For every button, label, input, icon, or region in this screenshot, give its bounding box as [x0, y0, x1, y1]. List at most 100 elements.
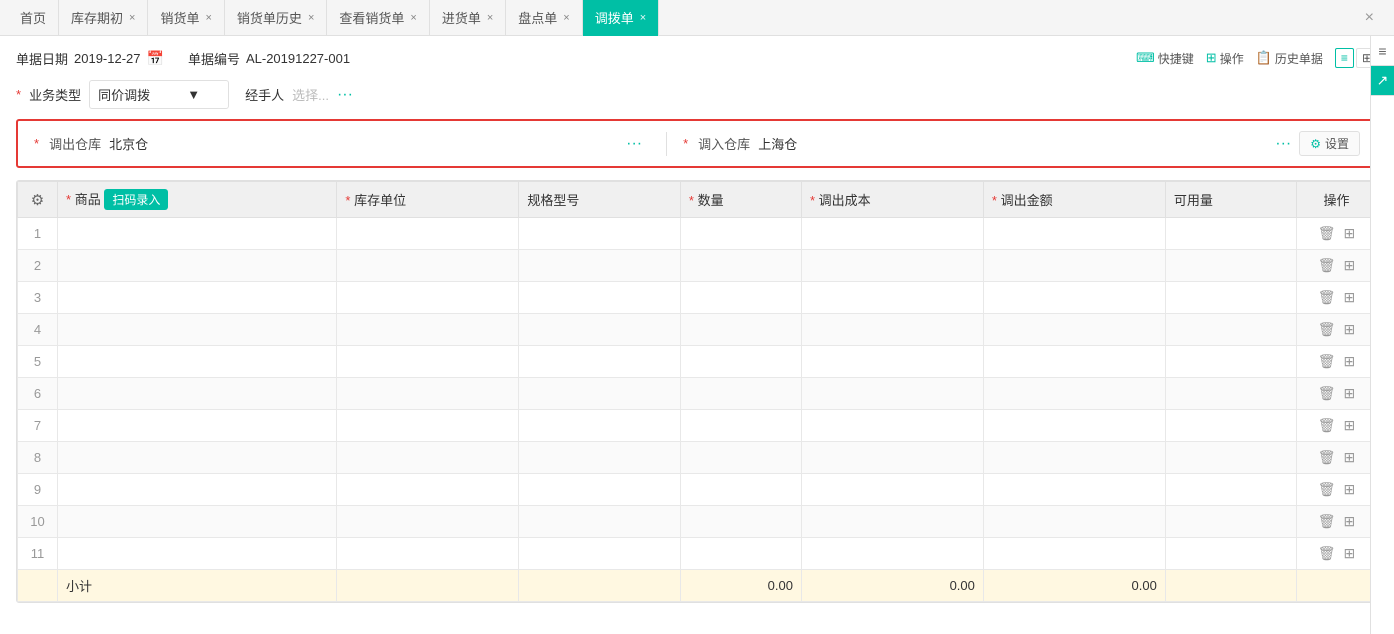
qty-cell[interactable] [680, 346, 801, 378]
spec-cell[interactable] [519, 378, 681, 410]
spec-cell[interactable] [519, 442, 681, 474]
unit-cell[interactable] [337, 346, 519, 378]
available-cell[interactable] [1165, 506, 1296, 538]
qty-cell[interactable] [680, 218, 801, 250]
unit-cell[interactable] [337, 506, 519, 538]
qty-cell[interactable] [680, 410, 801, 442]
copy-icon[interactable]: ⊞ [1344, 481, 1356, 498]
cost-cell[interactable] [801, 218, 983, 250]
unit-cell[interactable] [337, 250, 519, 282]
close-inventory-init[interactable]: × [129, 12, 135, 24]
tab-view-sales[interactable]: 查看销货单 × [327, 0, 429, 36]
amount-cell[interactable] [983, 346, 1165, 378]
tab-sales-order[interactable]: 销货单 × [148, 0, 224, 36]
amount-cell[interactable] [983, 314, 1165, 346]
delete-icon[interactable]: 🗑 [1318, 385, 1336, 402]
close-view-sales[interactable]: × [410, 12, 416, 24]
transfer-in-dots[interactable]: ··· [1267, 135, 1299, 153]
unit-cell[interactable] [337, 474, 519, 506]
cost-cell[interactable] [801, 410, 983, 442]
copy-icon[interactable]: ⊞ [1344, 225, 1356, 242]
view-list-btn[interactable]: ≡ [1335, 48, 1354, 68]
available-cell[interactable] [1165, 218, 1296, 250]
amount-cell[interactable] [983, 442, 1165, 474]
delete-icon[interactable]: 🗑 [1318, 257, 1336, 274]
tab-sales-history[interactable]: 销货单历史 × [225, 0, 327, 36]
handler-dots-btn[interactable]: ··· [337, 86, 353, 104]
goods-cell[interactable] [58, 250, 337, 282]
spec-cell[interactable] [519, 538, 681, 570]
available-cell[interactable] [1165, 442, 1296, 474]
goods-cell[interactable] [58, 474, 337, 506]
cost-cell[interactable] [801, 346, 983, 378]
handler-placeholder[interactable]: 选择... [292, 85, 329, 104]
spec-cell[interactable] [519, 506, 681, 538]
copy-icon[interactable]: ⊞ [1344, 513, 1356, 530]
copy-icon[interactable]: ⊞ [1344, 417, 1356, 434]
cost-cell[interactable] [801, 378, 983, 410]
cost-cell[interactable] [801, 282, 983, 314]
qty-cell[interactable] [680, 282, 801, 314]
tab-purchase[interactable]: 进货单 × [430, 0, 506, 36]
available-cell[interactable] [1165, 346, 1296, 378]
goods-cell[interactable] [58, 442, 337, 474]
unit-cell[interactable] [337, 410, 519, 442]
unit-cell[interactable] [337, 314, 519, 346]
amount-cell[interactable] [983, 410, 1165, 442]
cost-cell[interactable] [801, 474, 983, 506]
calendar-icon[interactable]: 📅 [147, 50, 164, 67]
delete-icon[interactable]: 🗑 [1318, 353, 1336, 370]
amount-cell[interactable] [983, 218, 1165, 250]
tab-transfer[interactable]: 调拨单 × [583, 0, 659, 36]
spec-cell[interactable] [519, 346, 681, 378]
close-sales-history[interactable]: × [308, 12, 314, 24]
cost-cell[interactable] [801, 506, 983, 538]
delete-icon[interactable]: 🗑 [1318, 449, 1336, 466]
delete-icon[interactable]: 🗑 [1318, 513, 1336, 530]
gear-settings-icon[interactable]: ⚙ [31, 192, 44, 209]
cost-cell[interactable] [801, 250, 983, 282]
goods-cell[interactable] [58, 538, 337, 570]
amount-cell[interactable] [983, 250, 1165, 282]
available-cell[interactable] [1165, 282, 1296, 314]
cost-cell[interactable] [801, 538, 983, 570]
goods-cell[interactable] [58, 378, 337, 410]
spec-cell[interactable] [519, 282, 681, 314]
goods-cell[interactable] [58, 218, 337, 250]
operation-btn[interactable]: ⊞ 操作 [1206, 50, 1244, 67]
delete-icon[interactable]: 🗑 [1318, 417, 1336, 434]
tab-inventory-init[interactable]: 库存期初 × [59, 0, 148, 36]
spec-cell[interactable] [519, 314, 681, 346]
available-cell[interactable] [1165, 410, 1296, 442]
available-cell[interactable] [1165, 474, 1296, 506]
qty-cell[interactable] [680, 442, 801, 474]
goods-cell[interactable] [58, 346, 337, 378]
amount-cell[interactable] [983, 282, 1165, 314]
shortcut-btn[interactable]: ⌨ 快捷键 [1136, 50, 1194, 67]
spec-cell[interactable] [519, 474, 681, 506]
qty-cell[interactable] [680, 378, 801, 410]
delete-icon[interactable]: 🗑 [1318, 545, 1336, 562]
unit-cell[interactable] [337, 442, 519, 474]
qty-cell[interactable] [680, 538, 801, 570]
unit-cell[interactable] [337, 538, 519, 570]
available-cell[interactable] [1165, 314, 1296, 346]
close-inventory-check[interactable]: × [563, 12, 569, 24]
qty-cell[interactable] [680, 506, 801, 538]
close-transfer[interactable]: × [640, 12, 646, 24]
tab-bar-close-btn[interactable]: × [1353, 9, 1386, 27]
goods-cell[interactable] [58, 506, 337, 538]
copy-icon[interactable]: ⊞ [1344, 385, 1356, 402]
copy-icon[interactable]: ⊞ [1344, 257, 1356, 274]
unit-cell[interactable] [337, 282, 519, 314]
available-cell[interactable] [1165, 378, 1296, 410]
cost-cell[interactable] [801, 442, 983, 474]
sidebar-list-icon[interactable]: ≡ [1371, 36, 1394, 66]
spec-cell[interactable] [519, 410, 681, 442]
delete-icon[interactable]: 🗑 [1318, 481, 1336, 498]
copy-icon[interactable]: ⊞ [1344, 545, 1356, 562]
close-sales-order[interactable]: × [205, 12, 211, 24]
history-btn[interactable]: 📋 历史单据 [1256, 50, 1323, 67]
copy-icon[interactable]: ⊞ [1344, 289, 1356, 306]
qty-cell[interactable] [680, 314, 801, 346]
